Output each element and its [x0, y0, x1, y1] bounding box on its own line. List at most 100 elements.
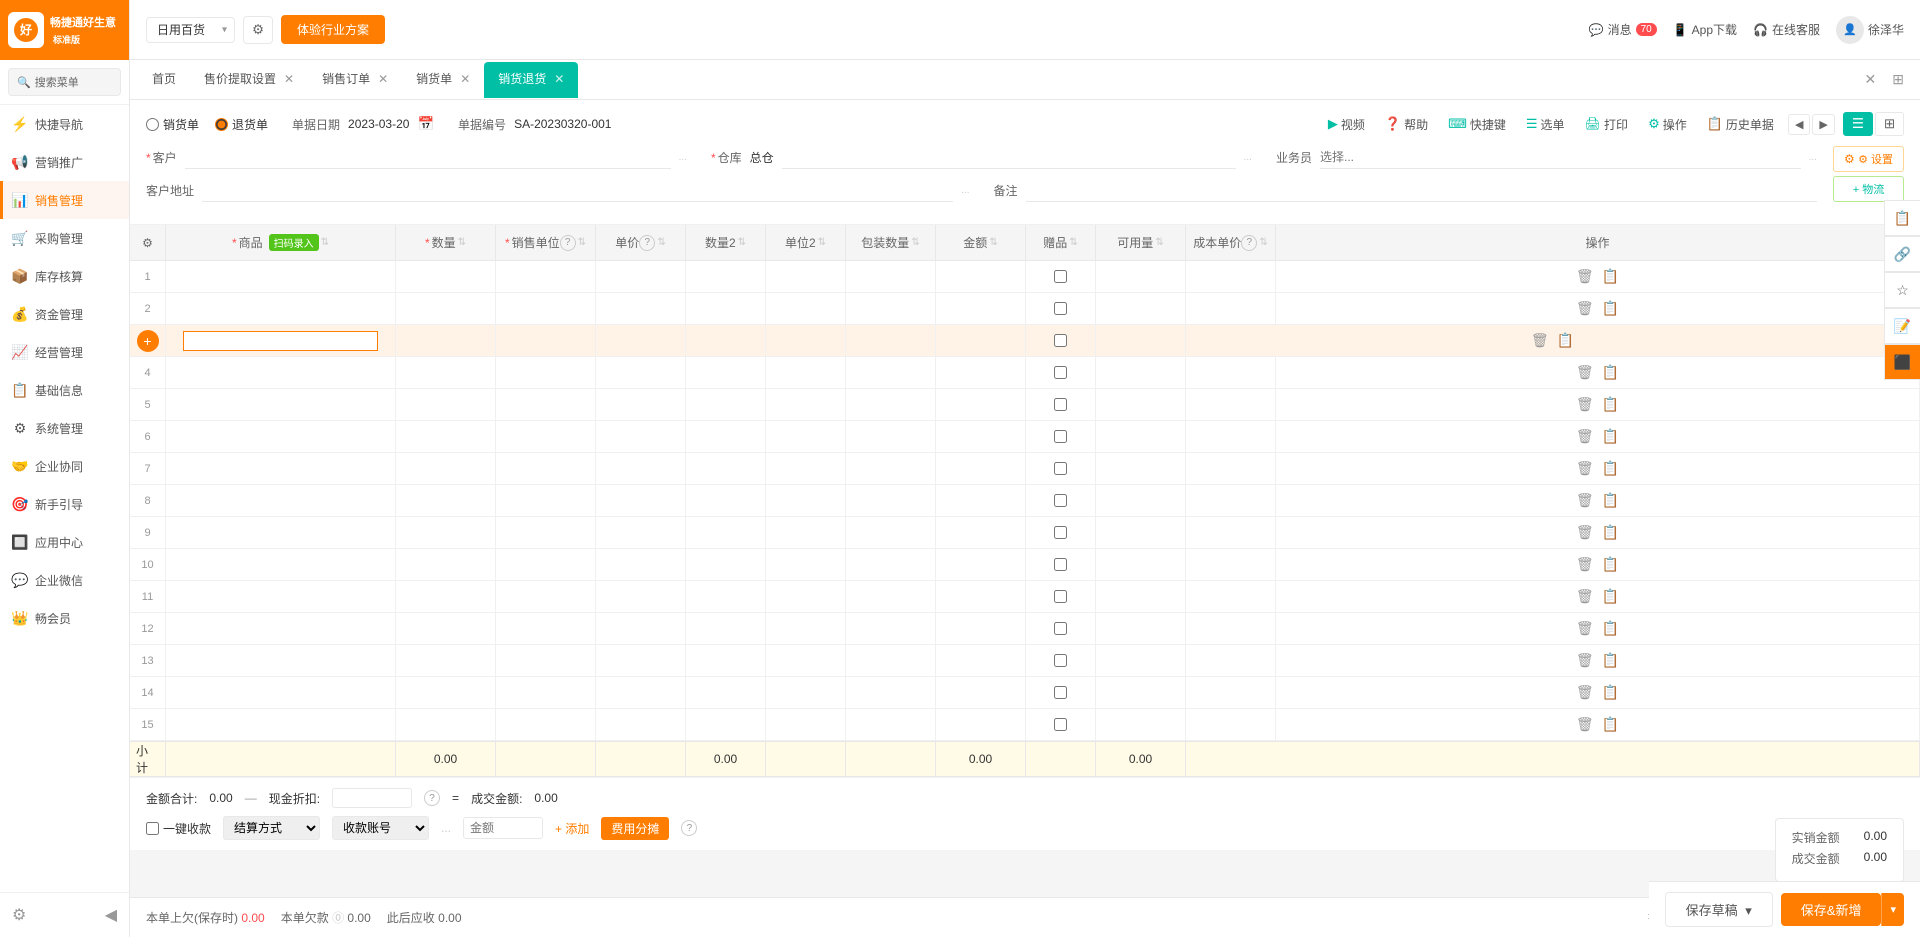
row-2-copy-btn[interactable]: 📋 [1598, 298, 1623, 319]
tab-sale-return-close[interactable]: ✕ [554, 72, 564, 86]
row-1-delete-btn[interactable]: 🗑 [1572, 266, 1598, 287]
shortcut-btn[interactable]: ⌨ 快捷键 [1442, 113, 1512, 136]
help-btn[interactable]: ❓ 帮助 [1379, 113, 1434, 136]
tab-sale-price[interactable]: 售价提取设置 ✕ [190, 60, 308, 100]
discount-help-icon[interactable]: ? [424, 790, 440, 806]
prev-btn[interactable]: ◀ [1788, 114, 1810, 135]
float-note-icon[interactable]: 📝 [1884, 308, 1920, 344]
row-4-product[interactable] [166, 357, 396, 388]
row-9-copy-btn[interactable]: 📋 [1598, 522, 1623, 543]
discount-input[interactable] [332, 788, 412, 808]
radio-return[interactable]: 退货单 [215, 116, 268, 133]
radio-sale-input[interactable] [146, 118, 159, 131]
row-2-qty[interactable] [396, 293, 496, 324]
row-12-copy-btn[interactable]: 📋 [1598, 618, 1623, 639]
row-13-copy-btn[interactable]: 📋 [1598, 650, 1623, 671]
row-1-copy-btn[interactable]: 📋 [1598, 266, 1623, 287]
sidebar-collapse-btn[interactable]: ◀ [101, 901, 121, 929]
message-item[interactable]: 💬 消息 70 [1589, 21, 1657, 38]
row-4-price[interactable] [596, 357, 686, 388]
row-1-gift[interactable] [1026, 261, 1096, 292]
unit-help-icon[interactable]: ? [560, 235, 576, 251]
float-copy-icon[interactable]: 📋 [1884, 200, 1920, 236]
select-btn[interactable]: ☰ 选单 [1520, 113, 1571, 136]
row-13-delete-btn[interactable]: 🗑 [1572, 650, 1598, 671]
row-3-product-input[interactable] [183, 331, 378, 351]
tab-sale-return[interactable]: 销货退货 ✕ [484, 62, 578, 98]
sidebar-item-purchase[interactable]: 🛒 采购管理 [0, 219, 129, 257]
row-8-delete-btn[interactable]: 🗑 [1572, 490, 1598, 511]
row-3-unit[interactable] [496, 325, 596, 356]
warehouse-input[interactable] [782, 146, 1236, 169]
col-product[interactable]: * 商品 扫码录入 ⇅ [166, 225, 396, 260]
cost-help-icon[interactable]: ? [1241, 235, 1257, 251]
row-2-amount[interactable] [936, 293, 1026, 324]
app-download-item[interactable]: 📱 App下载 [1673, 21, 1737, 38]
row-9-delete-btn[interactable]: 🗑 [1572, 522, 1598, 543]
tab-menu-btn[interactable]: ⊞ [1884, 71, 1912, 88]
row-4-available[interactable] [1096, 357, 1186, 388]
col-unit2[interactable]: 单位2 ⇅ [766, 225, 846, 260]
col-unit[interactable]: * 销售单位 ? ⇅ [496, 225, 596, 260]
row-2-available[interactable] [1096, 293, 1186, 324]
sidebar-item-collab[interactable]: 🤝 企业协同 [0, 447, 129, 485]
sidebar-item-sales[interactable]: 📊 销售管理 [0, 181, 129, 219]
row-2-gift-checkbox[interactable] [1054, 302, 1067, 315]
next-btn[interactable]: ▶ [1812, 114, 1834, 135]
video-btn[interactable]: ▶ 视频 [1322, 113, 1371, 136]
sidebar-item-ops[interactable]: 📈 经营管理 [0, 333, 129, 371]
salesperson-dots[interactable]: ... [1809, 152, 1817, 163]
tab-sale-out[interactable]: 销货单 ✕ [402, 60, 484, 100]
float-star-icon[interactable]: ☆ [1884, 272, 1920, 308]
row-1-available[interactable] [1096, 261, 1186, 292]
row-3-gift[interactable] [1026, 325, 1096, 356]
row-3-gift-checkbox[interactable] [1054, 334, 1067, 347]
row-3-delete-btn[interactable]: 🗑 [1527, 330, 1553, 351]
row-3-copy-btn[interactable]: 📋 [1553, 330, 1578, 351]
address-dots[interactable]: ... [961, 185, 969, 196]
row-1-qty2[interactable] [686, 261, 766, 292]
save-draft-btn[interactable]: 保存草稿 ▾ [1665, 892, 1773, 927]
settings-btn[interactable]: ⚙ ⚙ 设置 [1833, 146, 1904, 172]
user-info[interactable]: 👤 徐泽华 [1836, 16, 1904, 44]
sidebar-item-finance[interactable]: 💰 资金管理 [0, 295, 129, 333]
row-10-copy-btn[interactable]: 📋 [1598, 554, 1623, 575]
row-4-amount[interactable] [936, 357, 1026, 388]
row-4-delete-btn[interactable]: 🗑 [1572, 362, 1598, 383]
tab-sale-order[interactable]: 销售订单 ✕ [308, 60, 402, 100]
row-1-amount[interactable] [936, 261, 1026, 292]
row-15-copy-btn[interactable]: 📋 [1598, 714, 1623, 735]
row-4-cost[interactable] [1186, 357, 1276, 388]
col-qty2[interactable]: 数量2 ⇅ [686, 225, 766, 260]
sidebar-item-inventory[interactable]: 📦 库存核算 [0, 257, 129, 295]
row-2-product[interactable] [166, 293, 396, 324]
row-4-gift[interactable] [1026, 357, 1096, 388]
sidebar-item-basic[interactable]: 📋 基础信息 [0, 371, 129, 409]
customer-input[interactable] [185, 146, 671, 169]
row-2-delete-btn[interactable]: 🗑 [1572, 298, 1598, 319]
row-4-pkg[interactable] [846, 357, 936, 388]
row-8-copy-btn[interactable]: 📋 [1598, 490, 1623, 511]
row-4-unit[interactable] [496, 357, 596, 388]
row-4-gift-checkbox[interactable] [1054, 366, 1067, 379]
save-new-btn[interactable]: 保存&新增 [1781, 893, 1882, 926]
row-4-copy-btn[interactable]: 📋 [1598, 362, 1623, 383]
row-11-delete-btn[interactable]: 🗑 [1572, 586, 1598, 607]
row-2-pkg[interactable] [846, 293, 936, 324]
save-new-dropdown-btn[interactable]: ▾ [1881, 893, 1904, 926]
online-service-item[interactable]: 🎧 在线客服 [1753, 21, 1820, 38]
row-3-available[interactable] [1096, 325, 1186, 356]
tab-sale-out-close[interactable]: ✕ [460, 72, 470, 86]
sidebar-item-guide[interactable]: 🎯 新手引导 [0, 485, 129, 523]
row-3-pkg[interactable] [846, 325, 936, 356]
row-3-price[interactable] [596, 325, 686, 356]
row-1-product[interactable] [166, 261, 396, 292]
float-active-icon[interactable]: ⬛ [1884, 344, 1920, 380]
row-1-unit2[interactable] [766, 261, 846, 292]
tab-sale-price-close[interactable]: ✕ [284, 72, 294, 86]
one-click-payment[interactable]: 一键收款 [146, 820, 211, 837]
sidebar-search[interactable]: 🔍 搜索菜单 [0, 60, 129, 105]
row-2-qty2[interactable] [686, 293, 766, 324]
salesperson-input[interactable] [1320, 146, 1801, 169]
row-3-qty[interactable] [396, 325, 496, 356]
